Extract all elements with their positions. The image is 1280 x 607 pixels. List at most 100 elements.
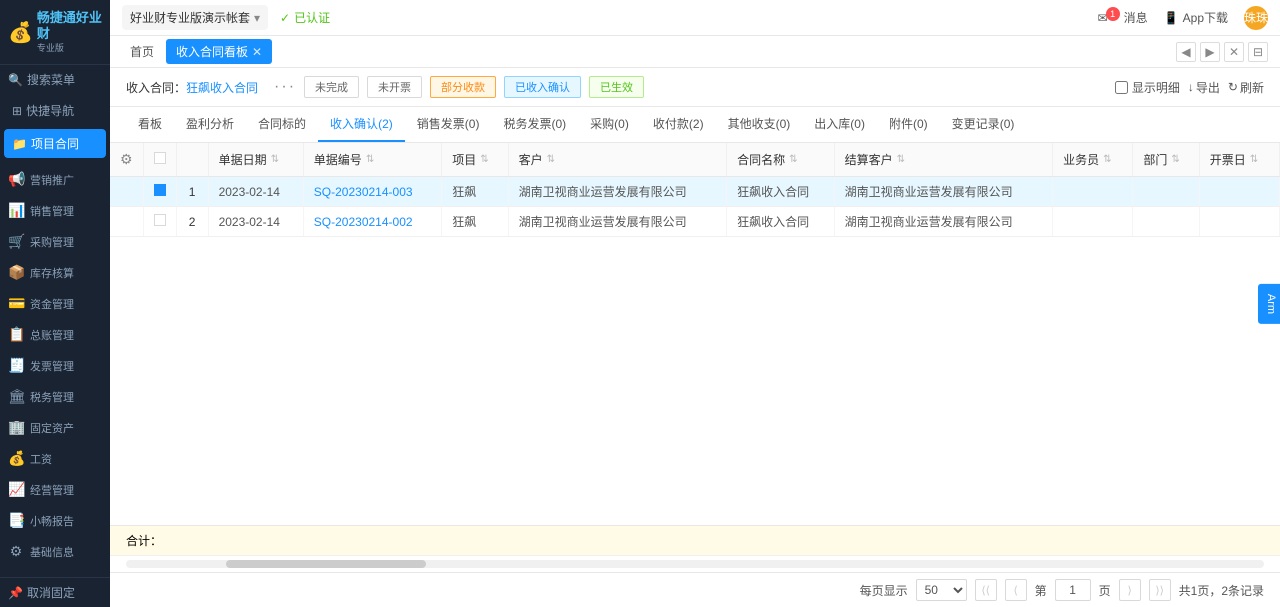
float-panel: Arm bbox=[1258, 283, 1280, 323]
detail-checkbox-input[interactable] bbox=[1115, 81, 1128, 94]
status-uninvoiced[interactable]: 未开票 bbox=[367, 76, 422, 98]
row-department bbox=[1133, 177, 1199, 207]
col-project[interactable]: 项目 ⇅ bbox=[442, 143, 508, 177]
tab-profit[interactable]: 盈利分析 bbox=[174, 107, 246, 142]
table-row[interactable]: 2 2023-02-14 SQ-20230214-002 狂飙 湖南卫视商业运营… bbox=[110, 207, 1280, 237]
sidebar-item-sales[interactable]: 📊 销售管理 bbox=[0, 195, 110, 226]
prev-page-btn[interactable]: ⟨ bbox=[1005, 579, 1027, 601]
sidebar-item-label: 总账管理 bbox=[30, 327, 74, 343]
quick-nav-btn[interactable]: ⊞ 快捷导航 bbox=[4, 96, 106, 125]
row-checkbox[interactable] bbox=[154, 214, 166, 226]
tab-next-btn[interactable]: ▶ bbox=[1200, 42, 1220, 62]
col-customer[interactable]: 客户 ⇅ bbox=[508, 143, 727, 177]
col-settings[interactable]: ⚙ bbox=[110, 143, 143, 177]
per-page-label: 每页显示 bbox=[860, 582, 908, 599]
col-settlement-customer[interactable]: 结算客户 ⇅ bbox=[834, 143, 1053, 177]
tab-contract-standard[interactable]: 合同标的 bbox=[246, 107, 318, 142]
tab-sales-invoice[interactable]: 销售发票(0) bbox=[405, 107, 492, 142]
sidebar-item-inventory[interactable]: 📦 库存核算 bbox=[0, 257, 110, 288]
tab-other-income[interactable]: 其他收支(0) bbox=[716, 107, 803, 142]
topbar-right: ✉ 1 消息 📱 App下载 珠珠 bbox=[1098, 6, 1268, 30]
tab-menu-btn[interactable]: ⊟ bbox=[1248, 42, 1268, 62]
tab-close-btn[interactable]: ✕ bbox=[252, 45, 262, 59]
col-salesperson[interactable]: 业务员 ⇅ bbox=[1053, 143, 1133, 177]
search-menu-btn[interactable]: 🔍 搜索菜单 bbox=[0, 65, 110, 94]
float-arm-btn[interactable]: Arm bbox=[1258, 283, 1280, 323]
sidebar-item-capital[interactable]: 💳 资金管理 bbox=[0, 288, 110, 319]
row-code[interactable]: SQ-20230214-003 bbox=[303, 177, 441, 207]
home-tab[interactable]: 首页 bbox=[122, 39, 162, 64]
row-code[interactable]: SQ-20230214-002 bbox=[303, 207, 441, 237]
sidebar-item-report[interactable]: 📑 小畅报告 bbox=[0, 505, 110, 536]
sidebar-item-label: 固定资产 bbox=[30, 420, 74, 436]
sidebar-item-basic[interactable]: ⚙ 基础信息 bbox=[0, 536, 110, 567]
next-page-btn[interactable]: ⟩ bbox=[1119, 579, 1141, 601]
tab-payment[interactable]: 收付款(2) bbox=[641, 107, 716, 142]
tab-kanban[interactable]: 看板 bbox=[126, 107, 174, 142]
tab-close-all-btn[interactable]: ✕ bbox=[1224, 42, 1244, 62]
tab-attachment[interactable]: 附件(0) bbox=[877, 107, 940, 142]
sidebar-item-hr[interactable]: 💰 工资 bbox=[0, 443, 110, 474]
sidebar-item-label: 销售管理 bbox=[30, 203, 74, 219]
table-row[interactable]: 1 2023-02-14 SQ-20230214-003 狂飙 湖南卫视商业运营… bbox=[110, 177, 1280, 207]
col-date[interactable]: 单据日期 ⇅ bbox=[208, 143, 303, 177]
user-avatar[interactable]: 珠珠 bbox=[1244, 6, 1268, 30]
sidebar-item-purchase[interactable]: 🛒 采购管理 bbox=[0, 226, 110, 257]
sidebar-item-marketing[interactable]: 📢 营销推广 bbox=[0, 164, 110, 195]
sidebar-item-business[interactable]: 📈 经营管理 bbox=[0, 474, 110, 505]
tab-tax-invoice[interactable]: 税务发票(0) bbox=[491, 107, 578, 142]
income-contract-tab[interactable]: 收入合同看板 ✕ bbox=[166, 39, 272, 64]
unpin-btn[interactable]: 📌 取消固定 bbox=[0, 577, 110, 607]
settings-icon[interactable]: ⚙ bbox=[120, 151, 133, 167]
topbar: 好业财专业版演示帐套 ▾ ✓ 已认证 ✉ 1 消息 📱 App下载 珠珠 bbox=[110, 0, 1280, 36]
code-link[interactable]: SQ-20230214-003 bbox=[314, 185, 413, 199]
status-partial[interactable]: 部分收款 bbox=[430, 76, 496, 98]
tab-change-log[interactable]: 变更记录(0) bbox=[940, 107, 1027, 142]
tab-purchase[interactable]: 采购(0) bbox=[578, 107, 641, 142]
col-contract-name[interactable]: 合同名称 ⇅ bbox=[727, 143, 835, 177]
col-open-date[interactable]: 开票日 ⇅ bbox=[1199, 143, 1279, 177]
sidebar-item-label: 采购管理 bbox=[30, 234, 74, 250]
company-selector[interactable]: 好业财专业版演示帐套 ▾ bbox=[122, 5, 268, 30]
page-header-right: 显示明细 ↓ 导出 ↻ 刷新 bbox=[1115, 79, 1264, 96]
row-check[interactable] bbox=[143, 207, 176, 237]
row-open-date bbox=[1199, 207, 1279, 237]
scrollbar-thumb[interactable] bbox=[226, 560, 426, 568]
sidebar-item-assets[interactable]: 🏢 固定资产 bbox=[0, 412, 110, 443]
col-check[interactable] bbox=[143, 143, 176, 177]
show-detail-checkbox[interactable]: 显示明细 bbox=[1115, 79, 1180, 96]
row-checkbox[interactable] bbox=[154, 184, 166, 196]
first-page-btn[interactable]: ⟨⟨ bbox=[975, 579, 997, 601]
per-page-select[interactable]: 50 20 100 bbox=[916, 579, 967, 601]
status-confirmed[interactable]: 已收入确认 bbox=[504, 76, 581, 98]
refresh-btn[interactable]: ↻ 刷新 bbox=[1228, 79, 1264, 96]
project-contract-btn[interactable]: 📁 项目合同 bbox=[4, 129, 106, 158]
col-department[interactable]: 部门 ⇅ bbox=[1133, 143, 1199, 177]
row-check[interactable] bbox=[143, 177, 176, 207]
tab-prev-btn[interactable]: ◀ bbox=[1176, 42, 1196, 62]
sidebar-item-general[interactable]: 📋 总账管理 bbox=[0, 319, 110, 350]
sidebar-logo: 💰 畅捷通好业财 专业版 bbox=[0, 0, 110, 65]
content-tabs: 看板 盈利分析 合同标的 收入确认(2) 销售发票(0) 税务发票(0) 采购(… bbox=[110, 107, 1280, 143]
status-incomplete[interactable]: 未完成 bbox=[304, 76, 359, 98]
tab-income-confirm[interactable]: 收入确认(2) bbox=[318, 107, 405, 142]
basic-icon: ⚙ bbox=[8, 543, 24, 560]
scrollbar-area[interactable] bbox=[110, 555, 1280, 572]
more-btn[interactable]: ··· bbox=[274, 78, 296, 96]
app-download-btn[interactable]: 📱 App下载 bbox=[1164, 9, 1228, 26]
col-code[interactable]: 单据编号 ⇅ bbox=[303, 143, 441, 177]
row-settings bbox=[110, 207, 143, 237]
message-btn[interactable]: ✉ 1 消息 bbox=[1098, 9, 1148, 26]
code-link[interactable]: SQ-20230214-002 bbox=[314, 215, 413, 229]
page-input[interactable] bbox=[1055, 579, 1091, 601]
last-page-btn[interactable]: ⟩⟩ bbox=[1149, 579, 1171, 601]
sidebar-item-invoice[interactable]: 🧾 发票管理 bbox=[0, 350, 110, 381]
status-effective[interactable]: 已生效 bbox=[589, 76, 644, 98]
scrollbar-track[interactable] bbox=[126, 560, 1264, 568]
tab-warehouse[interactable]: 出入库(0) bbox=[802, 107, 877, 142]
data-table: ⚙ 单据日期 ⇅ bbox=[110, 143, 1280, 237]
header-checkbox[interactable] bbox=[154, 152, 166, 164]
export-btn[interactable]: ↓ 导出 bbox=[1188, 79, 1220, 96]
sidebar-item-tax[interactable]: 🏛 税务管理 bbox=[0, 381, 110, 412]
main-area: 好业财专业版演示帐套 ▾ ✓ 已认证 ✉ 1 消息 📱 App下载 珠珠 bbox=[110, 0, 1280, 607]
